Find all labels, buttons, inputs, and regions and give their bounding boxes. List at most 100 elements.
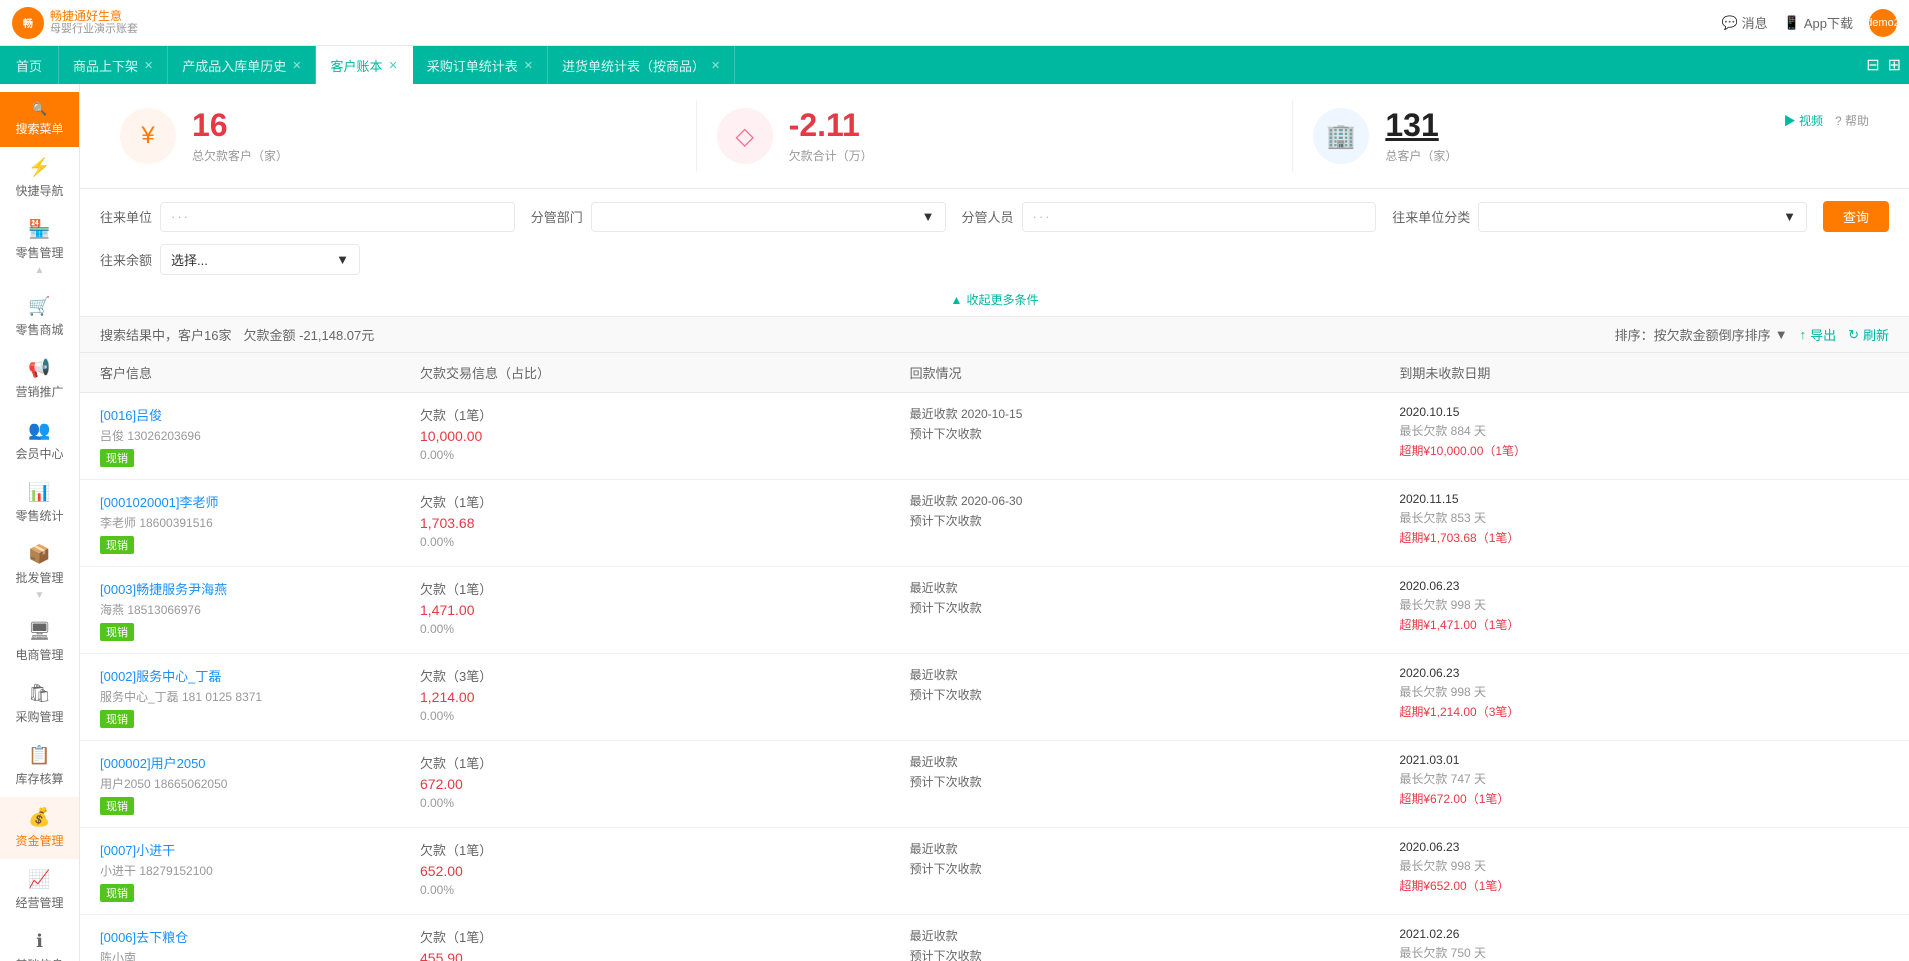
filter-supplier: 往来单位 ··· <box>100 202 515 232</box>
customer-name-6[interactable]: [0006]去下粮仓 <box>100 927 420 946</box>
sidebar-item-purchase[interactable]: 🛍 采购管理 <box>0 673 79 735</box>
refresh-btn[interactable]: ↻ 刷新 <box>1848 325 1889 344</box>
export-icon: ↑ <box>1800 327 1807 342</box>
retail-store-icon: 🛒 <box>28 296 50 317</box>
repay-info-6: 最近收款 预计下次收款 <box>910 927 1400 961</box>
balance-select[interactable]: 选择... ▼ <box>160 244 360 275</box>
top-bar: 畅 畅捷通好生意 母婴行业演示账套 💬 消息 📱 App下载 demo2 <box>0 0 1909 46</box>
overdue-info-6: 2021.02.26 最长欠款 750 天 超期¥455.90（1笔） <box>1399 927 1889 961</box>
overdue-date-5: 2020.06.23 <box>1399 840 1889 854</box>
tab-products[interactable]: 商品上下架 ✕ <box>59 46 168 84</box>
person-placeholder: ··· <box>1033 209 1052 224</box>
overdue-amount-1[interactable]: 超期¥1,703.68（1笔） <box>1399 529 1889 546</box>
sidebar-search[interactable]: 🔍 搜索菜单 <box>0 92 79 147</box>
sidebar-item-basic-info[interactable]: ℹ 基础信息 <box>0 921 79 961</box>
sidebar-item-marketing-label: 营销推广 <box>15 383 63 400</box>
tab-purchase-stats[interactable]: 进货单统计表（按商品） ✕ <box>548 46 735 84</box>
video-btn[interactable]: ▶ 视频 <box>1784 112 1823 129</box>
sidebar-item-retail-mgmt-label: 零售管理 <box>15 244 63 261</box>
overdue-amount-0[interactable]: 超期¥10,000.00（1笔） <box>1399 442 1889 459</box>
debt-amount-1: 1,703.68 <box>420 515 910 531</box>
last-payment-label-4: 最近收款 <box>910 753 1400 770</box>
stat-card-actions: ▶ 视频 ? 帮助 <box>1784 108 1869 129</box>
customer-name-0[interactable]: [0016]吕俊 <box>100 405 420 424</box>
table-row: [0001020001]李老师 李老师 18600391516 现销 欠款（1笔… <box>80 480 1909 567</box>
sidebar-item-retail-store[interactable]: 🛒 零售商城 <box>0 286 79 348</box>
customer-name-1[interactable]: [0001020001]李老师 <box>100 492 420 511</box>
debt-count-1: 欠款（1笔） <box>420 492 910 511</box>
sidebar-item-batch-mgmt[interactable]: 📦 批发管理 ▼ <box>0 534 79 611</box>
sidebar-item-retail-stats[interactable]: 📊 零售统计 <box>0 472 79 534</box>
sidebar-item-operations-label: 经营管理 <box>15 894 63 911</box>
debt-count-5: 欠款（1笔） <box>420 840 910 859</box>
download-icon: 📱 <box>1784 15 1800 31</box>
customer-name-5[interactable]: [0007]小进干 <box>100 840 420 859</box>
tab-products-close[interactable]: ✕ <box>144 59 153 72</box>
retail-stats-icon: 📊 <box>28 482 50 503</box>
app-download-btn[interactable]: 📱 App下载 <box>1784 13 1853 32</box>
results-right: 排序：按欠款金额倒序排序 ▼ ↑ 导出 ↻ 刷新 <box>1615 325 1889 344</box>
debt-info-2: 欠款（1笔） 1,471.00 0.00% <box>420 579 910 636</box>
debt-customers-label: 总欠款客户（家） <box>192 147 288 164</box>
tab-customer-account[interactable]: 客户账本 ✕ <box>316 46 412 84</box>
table-header: 客户信息 欠款交易信息（占比） 回款情况 到期未收款日期 <box>80 353 1909 393</box>
sidebar-item-retail-mgmt[interactable]: 🏪 零售管理 ▲ <box>0 209 79 286</box>
member-icon: 👥 <box>28 420 50 441</box>
refresh-label: 刷新 <box>1863 325 1889 344</box>
customer-info-2: [0003]畅捷服务尹海燕 海燕 18513066976 现销 <box>100 579 420 641</box>
overdue-amount-5[interactable]: 超期¥652.00（1笔） <box>1399 877 1889 894</box>
batch-mgmt-arrow: ▼ <box>35 590 45 601</box>
customer-name-4[interactable]: [000002]用户2050 <box>100 753 420 772</box>
tab-customer-account-close[interactable]: ✕ <box>389 59 398 72</box>
export-btn[interactable]: ↑ 导出 <box>1800 325 1837 344</box>
customer-name-2[interactable]: [0003]畅捷服务尹海燕 <box>100 579 420 598</box>
next-payment-label-4: 预计下次收款 <box>910 773 1400 790</box>
dept-select[interactable]: ▼ <box>591 202 946 232</box>
debt-amount-2: 1,471.00 <box>420 602 910 618</box>
overdue-amount-4[interactable]: 超期¥672.00（1笔） <box>1399 790 1889 807</box>
sort-select[interactable]: 排序：按欠款金额倒序排序 ▼ <box>1615 325 1788 344</box>
customer-phone-3: 服务中心_丁磊 181 0125 8371 <box>100 688 420 705</box>
customer-name-3[interactable]: [0002]服务中心_丁磊 <box>100 666 420 685</box>
tab-purchase-order[interactable]: 采购订单统计表 ✕ <box>413 46 548 84</box>
tab-purchase-stats-close[interactable]: ✕ <box>711 59 720 72</box>
overdue-amount-2[interactable]: 超期¥1,471.00（1笔） <box>1399 616 1889 633</box>
sidebar-item-operations[interactable]: 📈 经营管理 <box>0 859 79 921</box>
tab-home[interactable]: 首页 <box>0 46 59 84</box>
tab-expand-icon[interactable]: ⊞ <box>1888 55 1901 75</box>
tab-production-close[interactable]: ✕ <box>292 59 301 72</box>
sidebar-item-member[interactable]: 👥 会员中心 <box>0 410 79 472</box>
sidebar-item-ecommerce[interactable]: 🖥 电商管理 <box>0 611 79 673</box>
supplier-input[interactable]: ··· <box>160 202 515 232</box>
help-btn[interactable]: ? 帮助 <box>1835 112 1869 129</box>
message-btn[interactable]: 💬 消息 <box>1721 13 1767 32</box>
overdue-info-4: 2021.03.01 最长欠款 747 天 超期¥672.00（1笔） <box>1399 753 1889 807</box>
sidebar: 🔍 搜索菜单 ⚡ 快捷导航 🏪 零售管理 ▲ 🛒 零售商城 📢 营销推广 👥 会… <box>0 84 80 961</box>
total-customers-icon: 🏢 <box>1313 108 1369 164</box>
overdue-amount-3[interactable]: 超期¥1,214.00（3笔） <box>1399 703 1889 720</box>
sidebar-item-quick-nav[interactable]: ⚡ 快捷导航 <box>0 147 79 209</box>
col-header-debt: 欠款交易信息（占比） <box>420 363 910 382</box>
tab-minimize-icon[interactable]: ⊟ <box>1866 55 1879 75</box>
debt-amount-5: 652.00 <box>420 863 910 879</box>
overdue-date-4: 2021.03.01 <box>1399 753 1889 767</box>
sidebar-item-marketing[interactable]: 📢 营销推广 <box>0 348 79 410</box>
overdue-info-3: 2020.06.23 最长欠款 998 天 超期¥1,214.00（3笔） <box>1399 666 1889 720</box>
user-menu[interactable]: demo2 <box>1869 9 1897 37</box>
person-input[interactable]: ··· <box>1022 202 1377 232</box>
table-row: [0007]小进干 小进干 18279152100 现销 欠款（1笔） 652.… <box>80 828 1909 915</box>
table-body: [0016]吕俊 吕俊 13026203696 现销 欠款（1笔） 10,000… <box>80 393 1909 961</box>
customer-phone-1: 李老师 18600391516 <box>100 514 420 531</box>
customer-phone-5: 小进干 18279152100 <box>100 862 420 879</box>
category-select[interactable]: ▼ <box>1478 202 1807 232</box>
search-button[interactable]: 查询 <box>1823 201 1889 232</box>
tab-production[interactable]: 产成品入库单历史 ✕ <box>168 46 316 84</box>
tab-purchase-order-close[interactable]: ✕ <box>524 59 533 72</box>
sidebar-item-inventory[interactable]: 📋 库存核算 <box>0 735 79 797</box>
collapse-button[interactable]: ▲ 收起更多条件 <box>951 291 1039 308</box>
customer-info-1: [0001020001]李老师 李老师 18600391516 现销 <box>100 492 420 554</box>
finance-icon: 💰 <box>28 807 50 828</box>
sidebar-item-finance[interactable]: 💰 资金管理 <box>0 797 79 859</box>
table-row: [0006]去下粮仓 陈小南 现销 欠款（1笔） 455.90 0.00% 最近… <box>80 915 1909 961</box>
debt-amount-info: -2.11 欠款合计（万） <box>789 108 873 164</box>
